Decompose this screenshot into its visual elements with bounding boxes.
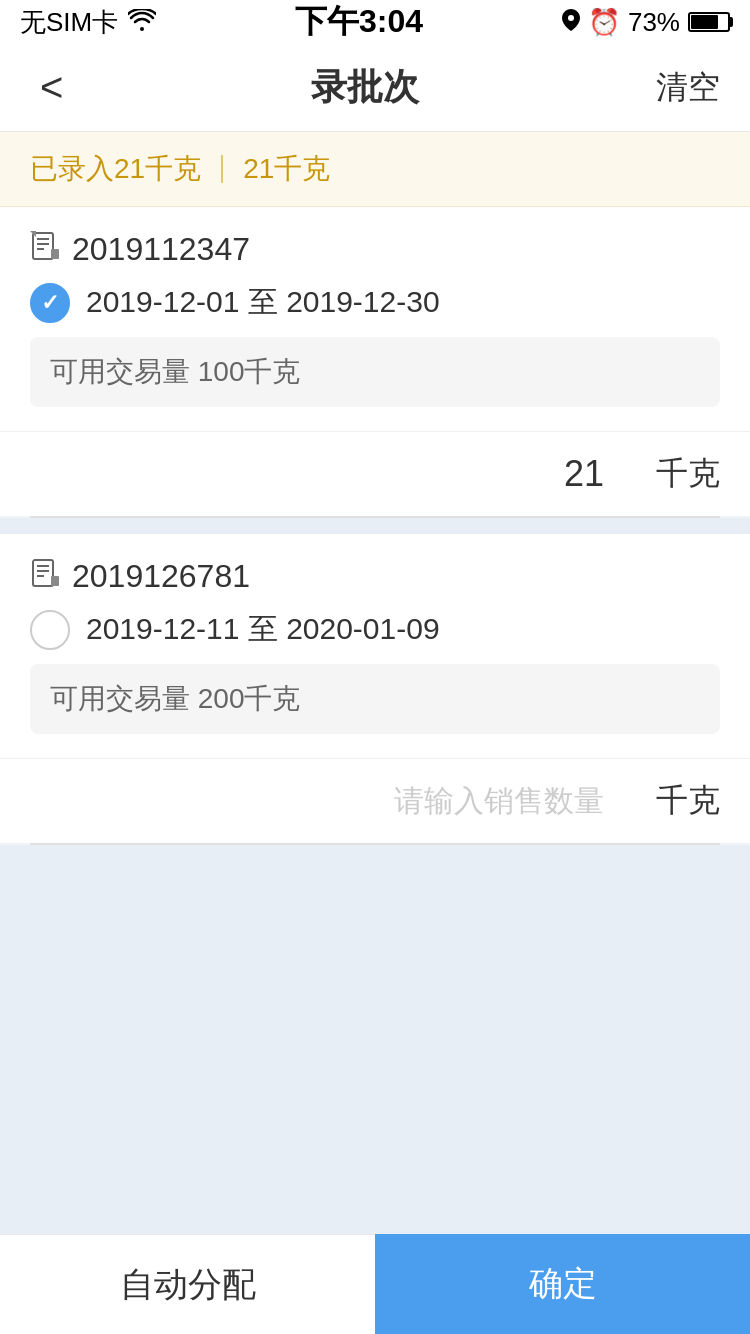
battery-percent: 73% <box>628 7 680 38</box>
svg-point-0 <box>568 15 574 21</box>
status-time: 下午3:04 <box>295 0 423 44</box>
batch-date-1: 2019-12-01 至 2019-12-30 <box>86 282 440 323</box>
svg-rect-10 <box>51 576 59 586</box>
availability-text-2: 可用交易量 200千克 <box>50 683 301 714</box>
batch-doc-icon-1 <box>30 231 60 268</box>
section-divider <box>0 518 750 534</box>
batch-date-2: 2019-12-11 至 2020-01-09 <box>86 609 440 650</box>
auto-assign-button[interactable]: 自动分配 <box>0 1234 375 1334</box>
alarm-icon: ⏰ <box>588 7 620 38</box>
batch-number-1: 2019112347 <box>72 231 250 268</box>
status-bar: 无SIM卡 下午3:04 ⏰ 73% <box>0 0 750 44</box>
info-divider <box>221 155 223 183</box>
batch-date-row-1[interactable]: 2019-12-01 至 2019-12-30 <box>30 282 720 323</box>
availability-box-1: 可用交易量 100千克 <box>30 337 720 407</box>
radio-button-1[interactable] <box>30 283 70 323</box>
availability-text-1: 可用交易量 100千克 <box>50 356 301 387</box>
availability-box-2: 可用交易量 200千克 <box>30 664 720 734</box>
batch-item-1: 2019112347 2019-12-01 至 2019-12-30 可用交易量… <box>0 207 750 431</box>
info-banner: 已录入21千克 21千克 <box>0 132 750 207</box>
quantity-unit-2: 千克 <box>656 779 720 823</box>
status-right: ⏰ 73% <box>562 7 730 38</box>
quantity-unit-1: 千克 <box>656 452 720 496</box>
nav-bar: < 录批次 清空 <box>0 44 750 132</box>
quantity-value-1: 21 <box>564 453 604 495</box>
bottom-area <box>0 845 750 1295</box>
svg-rect-6 <box>33 560 53 586</box>
batch-header-2: 2019126781 <box>30 558 720 595</box>
battery-icon <box>688 12 730 32</box>
recorded-label: 已录入21千克 <box>30 150 201 188</box>
bottom-bar: 自动分配 确定 <box>0 1234 750 1334</box>
wifi-icon <box>128 7 156 38</box>
clear-button[interactable]: 清空 <box>656 66 720 110</box>
quantity-row-1: 21 千克 <box>0 431 750 516</box>
page-title: 录批次 <box>311 63 419 112</box>
confirm-button[interactable]: 确定 <box>375 1234 750 1334</box>
no-sim-text: 无SIM卡 <box>20 5 118 40</box>
batch-doc-icon-2 <box>30 558 60 595</box>
radio-button-2[interactable] <box>30 610 70 650</box>
quantity-row-2[interactable]: 请输入销售数量 千克 <box>0 758 750 843</box>
batch-number-2: 2019126781 <box>72 558 250 595</box>
quantity-placeholder-2[interactable]: 请输入销售数量 <box>394 781 604 822</box>
svg-rect-5 <box>51 249 59 259</box>
location-icon <box>562 7 580 38</box>
total-label: 21千克 <box>243 150 330 188</box>
batch-item-2: 2019126781 2019-12-11 至 2020-01-09 可用交易量… <box>0 534 750 758</box>
status-left: 无SIM卡 <box>20 5 156 40</box>
batch-header-1: 2019112347 <box>30 231 720 268</box>
batch-date-row-2[interactable]: 2019-12-11 至 2020-01-09 <box>30 609 720 650</box>
back-button[interactable]: < <box>30 55 73 120</box>
